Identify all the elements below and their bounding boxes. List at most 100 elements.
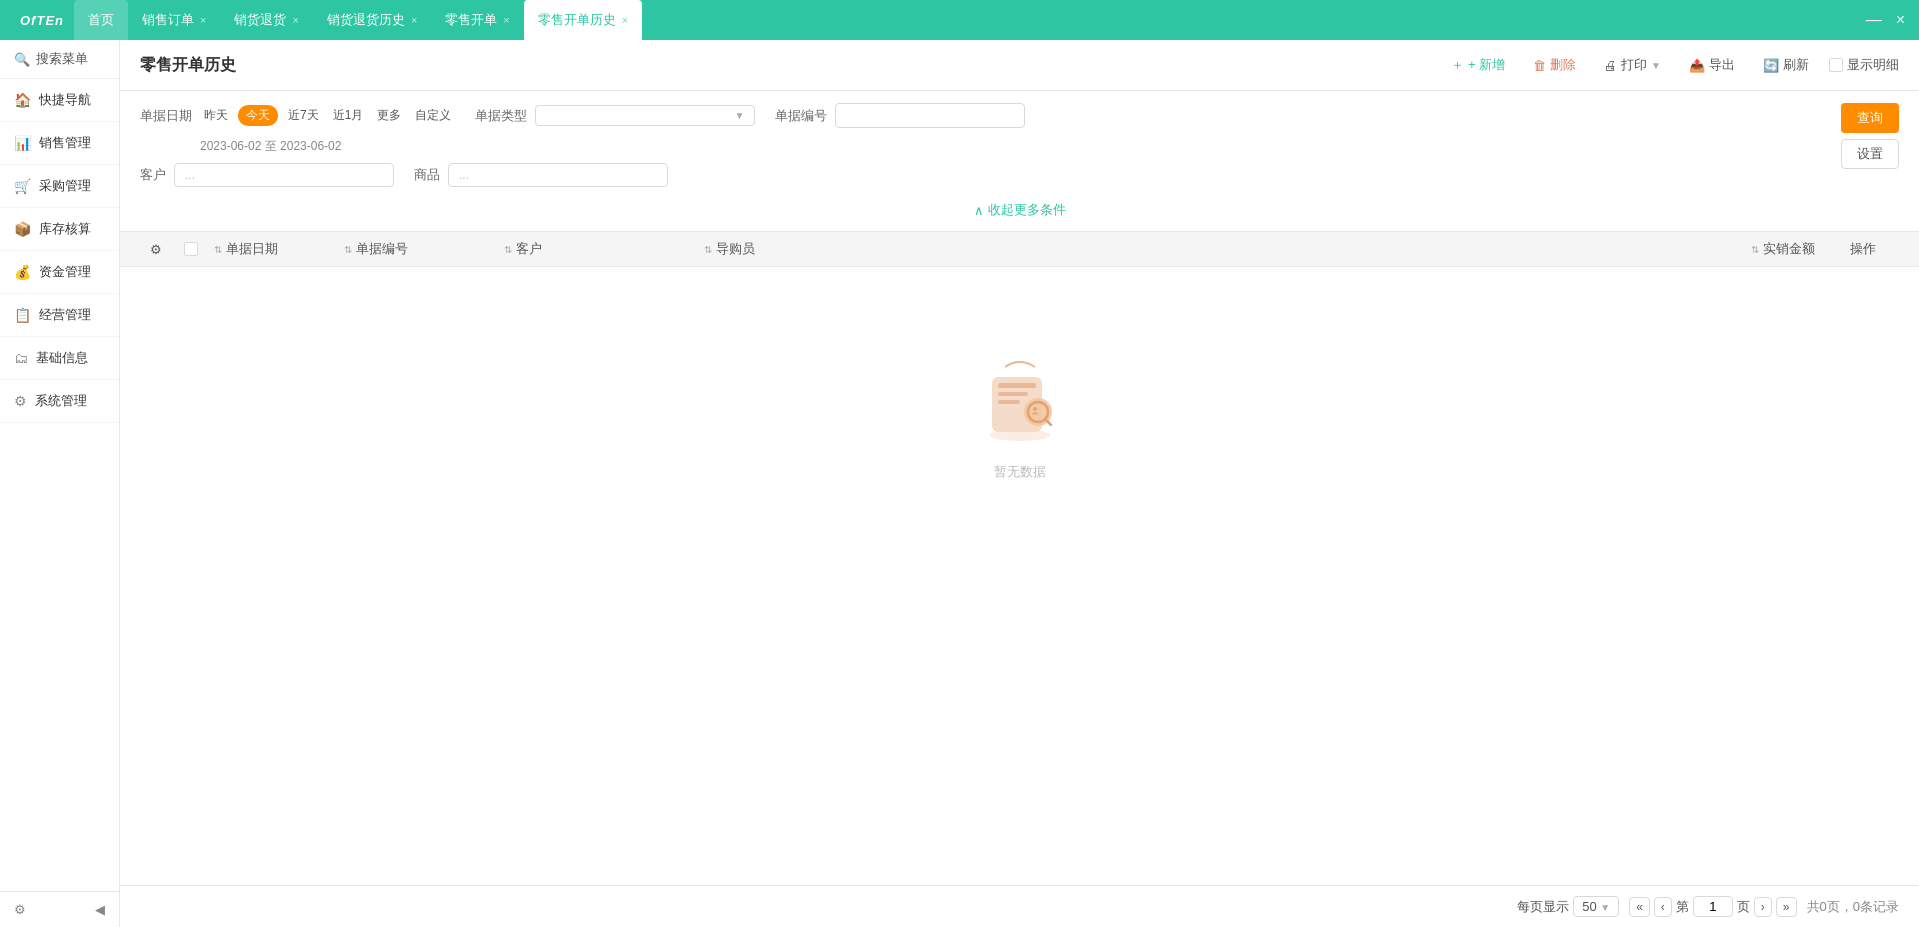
page-size-number: 50 bbox=[1582, 899, 1596, 914]
sidebar-item-sales-mgmt[interactable]: 📊 销售管理 bbox=[0, 122, 119, 165]
export-button[interactable]: 📤 导出 bbox=[1681, 52, 1743, 78]
content-area: 零售开单历史 ＋ + 新增 🗑 删除 🖨 打印 ▼ 📤 导出 bbox=[120, 40, 1919, 927]
first-page-btn[interactable]: « bbox=[1629, 897, 1650, 917]
tab-sales-return[interactable]: 销货退货 × bbox=[220, 0, 312, 40]
filter-area: 单据日期 昨天 今天 近7天 近1月 更多 自定义 单据类型 bbox=[120, 91, 1919, 232]
quick-nav-icon: 🏠 bbox=[14, 92, 31, 108]
window-minimize-btn[interactable]: — bbox=[1862, 11, 1886, 29]
tab-retail-open-history-close[interactable]: × bbox=[622, 14, 628, 26]
doctype-select[interactable]: ▼ bbox=[535, 105, 755, 126]
sidebar-item-quick-nav[interactable]: 🏠 快捷导航 bbox=[0, 79, 119, 122]
sidebar-item-inventory[interactable]: 📦 库存核算 bbox=[0, 208, 119, 251]
empty-state: 暂无数据 bbox=[120, 267, 1919, 561]
date-shortcuts: 昨天 今天 近7天 近1月 更多 自定义 bbox=[200, 105, 455, 126]
custom-shortcut[interactable]: 自定义 bbox=[411, 105, 455, 126]
basic-info-icon: 🗂 bbox=[14, 350, 28, 366]
col-number-label: 单据编号 bbox=[356, 240, 408, 258]
sidebar-item-basic-info[interactable]: 🗂 基础信息 bbox=[0, 337, 119, 380]
more-shortcut[interactable]: 更多 bbox=[373, 105, 405, 126]
sort-guide-icon[interactable]: ⇅ bbox=[704, 244, 712, 255]
col-guide: ⇅ 导购员 bbox=[696, 240, 816, 258]
docnumber-input[interactable] bbox=[835, 103, 1025, 128]
svg-rect-2 bbox=[998, 383, 1036, 388]
tab-retail-open[interactable]: 零售开单 × bbox=[431, 0, 523, 40]
refresh-button[interactable]: 🔄 刷新 bbox=[1755, 52, 1817, 78]
sidebar-item-operations[interactable]: 📋 经营管理 bbox=[0, 294, 119, 337]
date-filter-label: 单据日期 bbox=[140, 107, 192, 125]
week-shortcut[interactable]: 近7天 bbox=[284, 105, 323, 126]
empty-text: 暂无数据 bbox=[994, 463, 1046, 481]
display-detail-cb[interactable] bbox=[1829, 58, 1843, 72]
print-chevron-icon: ▼ bbox=[1651, 60, 1661, 71]
next-page-btn[interactable]: › bbox=[1754, 897, 1772, 917]
collapse-more-btn[interactable]: ∧ 收起更多条件 bbox=[140, 201, 1899, 219]
col-settings[interactable]: ⚙ bbox=[136, 242, 176, 257]
last-page-btn[interactable]: » bbox=[1776, 897, 1797, 917]
filter-goods-item: 商品 ... bbox=[414, 163, 668, 187]
setting-button[interactable]: 设置 bbox=[1841, 139, 1899, 169]
sidebar-collapse-icon[interactable]: ◀ bbox=[95, 902, 105, 917]
sidebar-item-basic-info-label: 基础信息 bbox=[36, 349, 88, 367]
prev-page-btn[interactable]: ‹ bbox=[1654, 897, 1672, 917]
sort-amount-icon[interactable]: ⇅ bbox=[1751, 244, 1759, 255]
display-detail-checkbox[interactable]: 显示明细 bbox=[1829, 56, 1899, 74]
page-size-select: 每页显示 50 ▼ bbox=[1517, 896, 1619, 917]
page-nav: « ‹ 第 页 › » bbox=[1629, 896, 1796, 917]
page-input[interactable] bbox=[1693, 896, 1733, 917]
sort-number-icon[interactable]: ⇅ bbox=[344, 244, 352, 255]
sidebar-bottom: ⚙ ◀ bbox=[0, 891, 119, 927]
tab-retail-open-history-label: 零售开单历史 bbox=[538, 11, 616, 29]
query-button[interactable]: 查询 bbox=[1841, 103, 1899, 133]
settings-icon[interactable]: ⚙ bbox=[150, 242, 162, 257]
sidebar-settings-icon[interactable]: ⚙ bbox=[14, 902, 26, 917]
page-total: 共0页，0条记录 bbox=[1807, 898, 1899, 916]
sort-customer-icon[interactable]: ⇅ bbox=[504, 244, 512, 255]
month-shortcut[interactable]: 近1月 bbox=[329, 105, 368, 126]
filter-row-1: 单据日期 昨天 今天 近7天 近1月 更多 自定义 单据类型 bbox=[140, 103, 1821, 128]
top-bar: OfTEn 首页 销售订单 × 销货退货 × 销货退货历史 × 零售开单 × 零… bbox=[0, 0, 1919, 40]
customer-select-dots: ... bbox=[185, 168, 195, 182]
date-range-display: 2023-06-02 至 2023-06-02 bbox=[200, 138, 1821, 155]
col-date: ⇅ 单据日期 bbox=[206, 240, 336, 258]
finance-icon: 💰 bbox=[14, 264, 31, 280]
sidebar-item-finance[interactable]: 💰 资金管理 bbox=[0, 251, 119, 294]
purchase-mgmt-icon: 🛒 bbox=[14, 178, 31, 194]
svg-rect-4 bbox=[998, 400, 1020, 404]
doctype-chevron-icon: ▼ bbox=[734, 110, 744, 121]
goods-select-dots: ... bbox=[459, 168, 469, 182]
main-layout: 🔍 搜索菜单 🏠 快捷导航 📊 销售管理 🛒 采购管理 📦 库存核算 💰 资金管… bbox=[0, 40, 1919, 927]
col-checkbox[interactable] bbox=[176, 242, 206, 256]
sidebar-search[interactable]: 🔍 搜索菜单 bbox=[0, 40, 119, 79]
tab-sales-return-history-label: 销货退货历史 bbox=[327, 11, 405, 29]
pagination-bar: 每页显示 50 ▼ « ‹ 第 页 › » 共0页，0条记录 bbox=[120, 885, 1919, 927]
sidebar-item-system[interactable]: ⚙ 系统管理 bbox=[0, 380, 119, 423]
yesterday-shortcut[interactable]: 昨天 bbox=[200, 105, 232, 126]
tab-retail-open-close[interactable]: × bbox=[503, 14, 509, 26]
window-close-btn[interactable]: × bbox=[1892, 11, 1909, 29]
page-size-value[interactable]: 50 ▼ bbox=[1573, 896, 1619, 917]
customer-select[interactable]: ... bbox=[174, 163, 394, 187]
tab-home[interactable]: 首页 bbox=[74, 0, 128, 40]
delete-button[interactable]: 🗑 删除 bbox=[1525, 52, 1584, 78]
tab-sales-return-history[interactable]: 销货退货历史 × bbox=[313, 0, 431, 40]
per-page-label: 每页显示 bbox=[1517, 898, 1569, 916]
tab-sales-return-close[interactable]: × bbox=[292, 14, 298, 26]
table-area: ⚙ ⇅ 单据日期 ⇅ 单据编号 ⇅ 客户 ⇅ bbox=[120, 232, 1919, 885]
customer-filter-label: 客户 bbox=[140, 166, 166, 184]
today-shortcut[interactable]: 今天 bbox=[238, 105, 278, 126]
export-label: 导出 bbox=[1709, 56, 1735, 74]
tab-sales-order[interactable]: 销售订单 × bbox=[128, 0, 220, 40]
col-customer-label: 客户 bbox=[516, 240, 542, 258]
sort-date-icon[interactable]: ⇅ bbox=[214, 244, 222, 255]
add-label: + 新增 bbox=[1468, 56, 1505, 74]
tab-sales-return-history-close[interactable]: × bbox=[411, 14, 417, 26]
add-button[interactable]: ＋ + 新增 bbox=[1443, 52, 1513, 78]
page-size-chevron: ▼ bbox=[1600, 902, 1610, 913]
sidebar-item-sales-mgmt-label: 销售管理 bbox=[39, 134, 91, 152]
header-checkbox[interactable] bbox=[184, 242, 198, 256]
goods-select[interactable]: ... bbox=[448, 163, 668, 187]
tab-sales-order-close[interactable]: × bbox=[200, 14, 206, 26]
sidebar-item-purchase-mgmt[interactable]: 🛒 采购管理 bbox=[0, 165, 119, 208]
print-button[interactable]: 🖨 打印 ▼ bbox=[1596, 52, 1669, 78]
tab-retail-open-history[interactable]: 零售开单历史 × bbox=[524, 0, 642, 40]
